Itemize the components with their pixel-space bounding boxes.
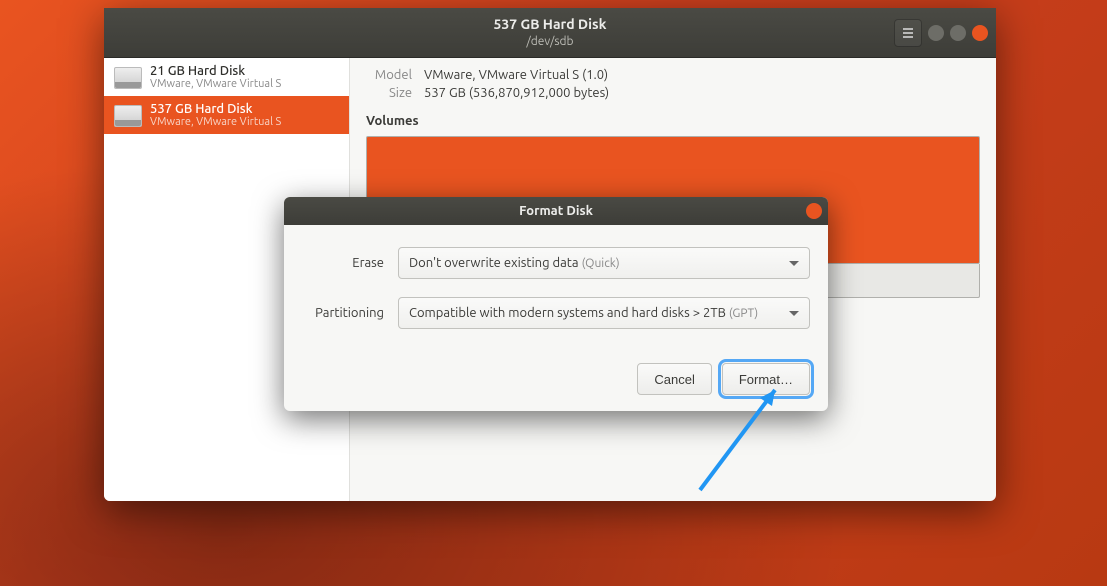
- volumes-heading: Volumes: [366, 114, 980, 128]
- sidebar-item-disk-0[interactable]: 21 GB Hard Disk VMware, VMware Virtual S: [104, 58, 349, 96]
- partitioning-suffix: (GPT): [729, 307, 758, 320]
- disk-sub: VMware, VMware Virtual S: [150, 116, 281, 128]
- cancel-button[interactable]: Cancel: [637, 363, 711, 395]
- hard-disk-icon: [114, 67, 142, 89]
- model-label: Model: [366, 68, 412, 82]
- disk-sub: VMware, VMware Virtual S: [150, 78, 281, 90]
- dialog-title: Format Disk: [519, 204, 593, 218]
- window-maximize-icon[interactable]: [950, 25, 966, 41]
- window-close-icon[interactable]: [972, 25, 988, 41]
- size-value: 537 GB (536,870,912,000 bytes): [424, 86, 609, 100]
- window-subtitle: /dev/sdb: [104, 34, 996, 49]
- erase-suffix: (Quick): [582, 257, 620, 270]
- disk-title: 537 GB Hard Disk: [150, 102, 281, 116]
- partitioning-label: Partitioning: [302, 306, 384, 320]
- hard-disk-icon: [114, 105, 142, 127]
- erase-combobox[interactable]: Don't overwrite existing data (Quick): [398, 247, 810, 279]
- titlebar-text: 537 GB Hard Disk /dev/sdb: [104, 16, 996, 49]
- erase-value: Don't overwrite existing data: [409, 256, 579, 270]
- disk-title: 21 GB Hard Disk: [150, 64, 281, 78]
- partitioning-combobox[interactable]: Compatible with modern systems and hard …: [398, 297, 810, 329]
- dialog-titlebar: Format Disk: [284, 197, 828, 225]
- window-minimize-icon[interactable]: [928, 25, 944, 41]
- size-label: Size: [366, 86, 412, 100]
- dialog-close-icon[interactable]: [806, 203, 822, 219]
- sidebar-item-disk-1[interactable]: 537 GB Hard Disk VMware, VMware Virtual …: [104, 96, 349, 134]
- format-button[interactable]: Format…: [722, 363, 810, 395]
- partitioning-value: Compatible with modern systems and hard …: [409, 306, 726, 320]
- erase-label: Erase: [302, 256, 384, 270]
- format-disk-dialog: Format Disk Erase Don't overwrite existi…: [284, 197, 828, 411]
- hamburger-menu-button[interactable]: [894, 19, 922, 47]
- titlebar: 537 GB Hard Disk /dev/sdb: [104, 8, 996, 58]
- model-value: VMware, VMware Virtual S (1.0): [424, 68, 608, 82]
- window-title: 537 GB Hard Disk: [104, 16, 996, 34]
